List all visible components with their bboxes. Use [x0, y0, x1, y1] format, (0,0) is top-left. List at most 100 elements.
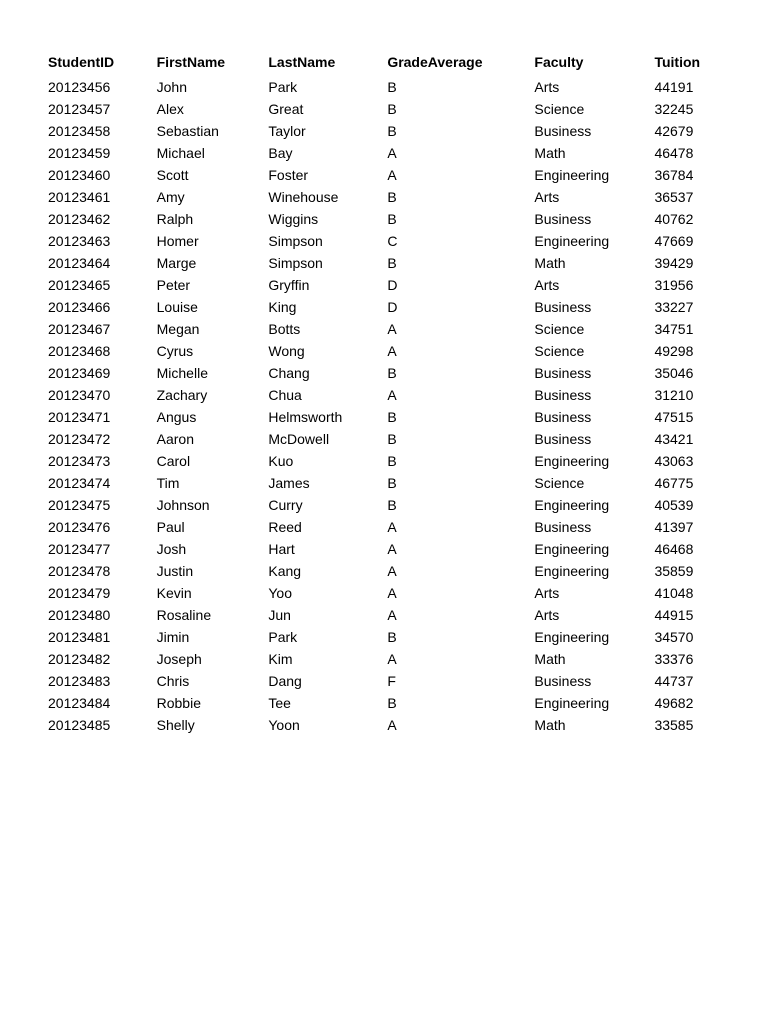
cell-28-1: Robbie: [149, 692, 261, 714]
table-row: 20123469MichelleChangBBusiness35046: [40, 362, 728, 384]
cell-20-5: 41397: [646, 516, 728, 538]
cell-10-0: 20123466: [40, 296, 149, 318]
cell-16-1: Aaron: [149, 428, 261, 450]
cell-22-4: Engineering: [526, 560, 646, 582]
cell-29-5: 33585: [646, 714, 728, 736]
cell-8-3: B: [379, 252, 526, 274]
cell-14-0: 20123470: [40, 384, 149, 406]
cell-20-2: Reed: [260, 516, 379, 538]
cell-9-3: D: [379, 274, 526, 296]
cell-15-1: Angus: [149, 406, 261, 428]
table-row: 20123483ChrisDangFBusiness44737: [40, 670, 728, 692]
cell-29-3: A: [379, 714, 526, 736]
cell-26-3: A: [379, 648, 526, 670]
col-header-tuition: Tuition: [646, 50, 728, 76]
cell-18-2: James: [260, 472, 379, 494]
cell-28-4: Engineering: [526, 692, 646, 714]
table-row: 20123474TimJamesBScience46775: [40, 472, 728, 494]
cell-4-4: Engineering: [526, 164, 646, 186]
cell-0-0: 20123456: [40, 76, 149, 98]
table-row: 20123466LouiseKingDBusiness33227: [40, 296, 728, 318]
cell-17-5: 43063: [646, 450, 728, 472]
cell-13-1: Michelle: [149, 362, 261, 384]
cell-21-3: A: [379, 538, 526, 560]
table-row: 20123484RobbieTeeBEngineering49682: [40, 692, 728, 714]
cell-29-0: 20123485: [40, 714, 149, 736]
cell-11-2: Botts: [260, 318, 379, 340]
cell-7-0: 20123463: [40, 230, 149, 252]
table-row: 20123476PaulReedABusiness41397: [40, 516, 728, 538]
cell-6-4: Business: [526, 208, 646, 230]
table-row: 20123485ShellyYoonAMath33585: [40, 714, 728, 736]
student-table: StudentID FirstName LastName GradeAverag…: [40, 50, 728, 736]
cell-1-4: Science: [526, 98, 646, 120]
cell-16-4: Business: [526, 428, 646, 450]
cell-6-3: B: [379, 208, 526, 230]
cell-4-1: Scott: [149, 164, 261, 186]
cell-21-4: Engineering: [526, 538, 646, 560]
cell-14-1: Zachary: [149, 384, 261, 406]
cell-15-5: 47515: [646, 406, 728, 428]
cell-19-1: Johnson: [149, 494, 261, 516]
cell-11-5: 34751: [646, 318, 728, 340]
cell-22-2: Kang: [260, 560, 379, 582]
cell-3-2: Bay: [260, 142, 379, 164]
cell-10-3: D: [379, 296, 526, 318]
cell-11-1: Megan: [149, 318, 261, 340]
cell-8-0: 20123464: [40, 252, 149, 274]
cell-2-1: Sebastian: [149, 120, 261, 142]
table-row: 20123461AmyWinehouseBArts36537: [40, 186, 728, 208]
cell-23-4: Arts: [526, 582, 646, 604]
cell-3-5: 46478: [646, 142, 728, 164]
cell-9-0: 20123465: [40, 274, 149, 296]
cell-27-3: F: [379, 670, 526, 692]
cell-6-0: 20123462: [40, 208, 149, 230]
cell-29-4: Math: [526, 714, 646, 736]
cell-25-5: 34570: [646, 626, 728, 648]
cell-5-3: B: [379, 186, 526, 208]
cell-5-5: 36537: [646, 186, 728, 208]
cell-18-4: Science: [526, 472, 646, 494]
table-row: 20123471AngusHelmsworthBBusiness47515: [40, 406, 728, 428]
cell-0-4: Arts: [526, 76, 646, 98]
col-header-faculty: Faculty: [526, 50, 646, 76]
cell-27-2: Dang: [260, 670, 379, 692]
table-row: 20123468CyrusWongAScience49298: [40, 340, 728, 362]
cell-7-3: C: [379, 230, 526, 252]
table-row: 20123460ScottFosterAEngineering36784: [40, 164, 728, 186]
cell-27-0: 20123483: [40, 670, 149, 692]
cell-10-5: 33227: [646, 296, 728, 318]
cell-15-3: B: [379, 406, 526, 428]
cell-21-5: 46468: [646, 538, 728, 560]
cell-23-1: Kevin: [149, 582, 261, 604]
cell-7-2: Simpson: [260, 230, 379, 252]
cell-2-5: 42679: [646, 120, 728, 142]
cell-26-0: 20123482: [40, 648, 149, 670]
cell-23-5: 41048: [646, 582, 728, 604]
cell-17-2: Kuo: [260, 450, 379, 472]
col-header-firstname: FirstName: [149, 50, 261, 76]
cell-2-0: 20123458: [40, 120, 149, 142]
cell-24-2: Jun: [260, 604, 379, 626]
cell-19-2: Curry: [260, 494, 379, 516]
cell-22-0: 20123478: [40, 560, 149, 582]
cell-8-2: Simpson: [260, 252, 379, 274]
table-row: 20123462RalphWigginsBBusiness40762: [40, 208, 728, 230]
table-row: 20123464MargeSimpsonBMath39429: [40, 252, 728, 274]
cell-19-0: 20123475: [40, 494, 149, 516]
table-row: 20123482JosephKimAMath33376: [40, 648, 728, 670]
cell-12-5: 49298: [646, 340, 728, 362]
col-header-lastname: LastName: [260, 50, 379, 76]
table-row: 20123463HomerSimpsonCEngineering47669: [40, 230, 728, 252]
cell-3-4: Math: [526, 142, 646, 164]
table-row: 20123475JohnsonCurryBEngineering40539: [40, 494, 728, 516]
cell-13-4: Business: [526, 362, 646, 384]
cell-8-5: 39429: [646, 252, 728, 274]
col-header-gradeaverage: GradeAverage: [379, 50, 526, 76]
cell-7-4: Engineering: [526, 230, 646, 252]
cell-12-1: Cyrus: [149, 340, 261, 362]
cell-28-5: 49682: [646, 692, 728, 714]
cell-16-5: 43421: [646, 428, 728, 450]
cell-28-2: Tee: [260, 692, 379, 714]
cell-5-4: Arts: [526, 186, 646, 208]
